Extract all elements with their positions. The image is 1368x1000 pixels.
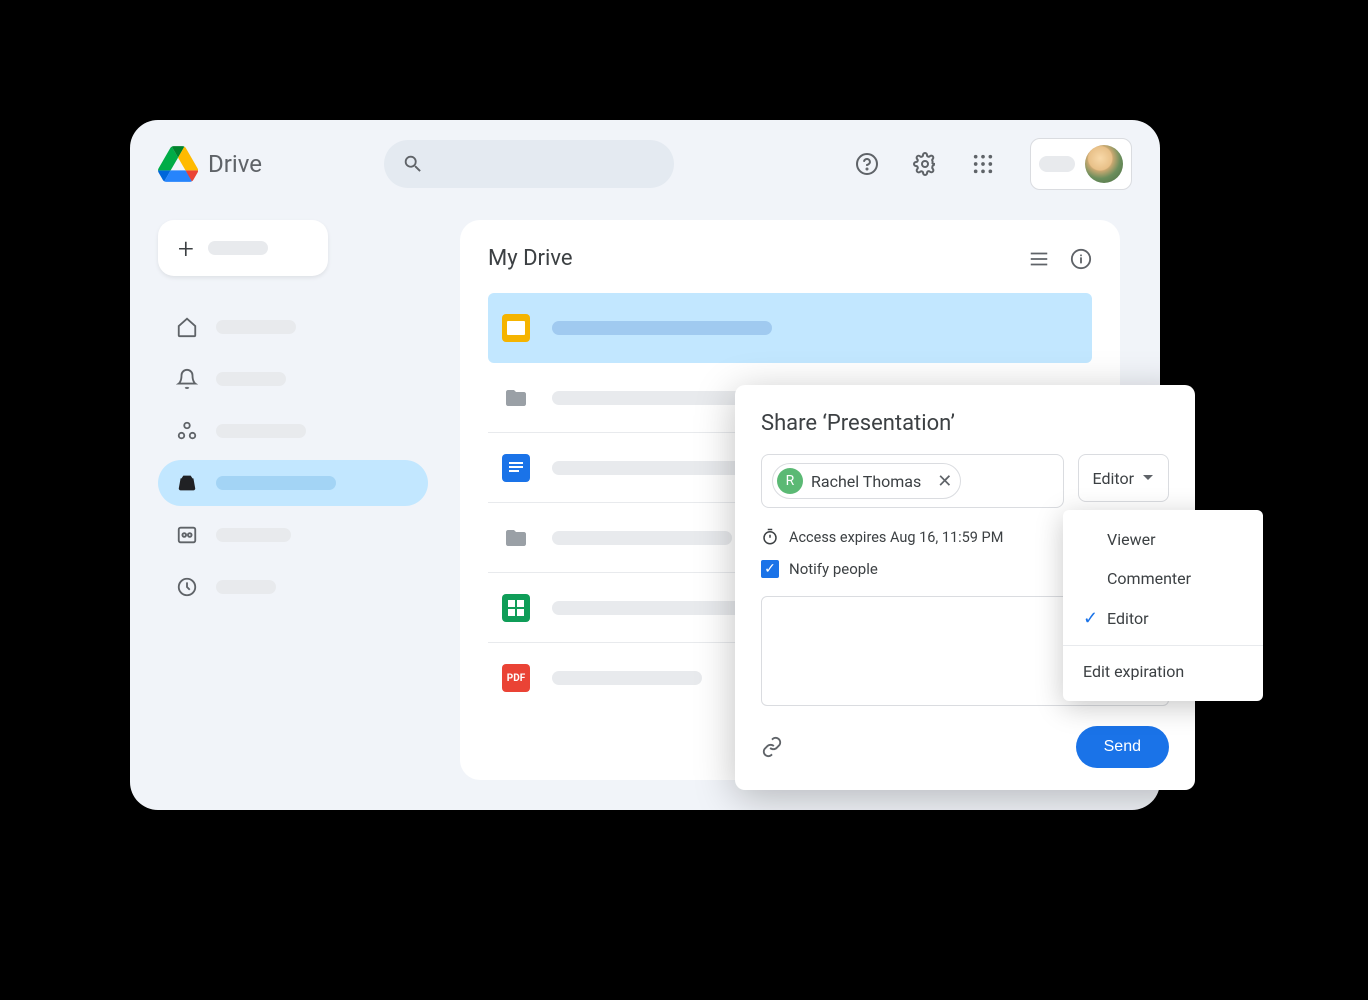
main-panel-header: My Drive	[488, 246, 1092, 271]
folder-heading[interactable]: My Drive	[488, 246, 573, 271]
account-switcher[interactable]	[1030, 138, 1132, 190]
sidebar-item-home[interactable]	[158, 304, 428, 350]
sidebar-item-activity[interactable]	[158, 356, 428, 402]
notify-label: Notify people	[789, 560, 878, 578]
chip-avatar: R	[777, 468, 803, 494]
role-selector[interactable]: Editor	[1078, 454, 1169, 502]
role-option-viewer[interactable]: Viewer	[1063, 520, 1263, 559]
sidebar-label-placeholder	[216, 320, 296, 334]
sidebar-label-placeholder	[216, 528, 291, 542]
info-icon[interactable]	[1070, 248, 1092, 270]
home-icon	[176, 316, 198, 338]
file-name-placeholder	[552, 671, 702, 685]
file-name-placeholder	[552, 321, 772, 335]
sidebar-label-placeholder	[216, 372, 286, 386]
role-option-edit-expiration[interactable]: Edit expiration	[1063, 652, 1263, 691]
chip-remove-icon[interactable]: ✕	[937, 471, 952, 492]
file-name-placeholder	[552, 461, 752, 475]
role-dropdown-menu: Viewer Commenter ✓Editor Edit expiration	[1063, 510, 1263, 701]
timer-icon	[761, 528, 779, 546]
sidebar-label-placeholder	[216, 424, 306, 438]
check-icon: ✓	[1083, 608, 1107, 629]
drive-app-window: Drive +	[130, 120, 1160, 810]
chip-name: Rachel Thomas	[811, 472, 921, 491]
sidebar-label-placeholder	[216, 476, 336, 490]
workspaces-icon	[176, 420, 198, 442]
new-button-label-placeholder	[208, 241, 268, 255]
menu-divider	[1063, 645, 1263, 646]
sheets-icon	[502, 594, 530, 622]
sidebar-label-placeholder	[216, 580, 276, 594]
plus-icon: +	[178, 232, 194, 265]
gear-icon[interactable]	[912, 151, 938, 177]
copy-link-icon[interactable]	[761, 736, 783, 758]
role-option-editor[interactable]: ✓Editor	[1063, 598, 1263, 639]
file-row-slides[interactable]	[488, 293, 1092, 363]
search-icon	[402, 153, 424, 175]
role-selected-label: Editor	[1093, 469, 1134, 488]
folder-icon	[502, 524, 530, 552]
sidebar-item-my-drive[interactable]	[158, 460, 428, 506]
notify-checkbox[interactable]: ✓	[761, 560, 779, 578]
person-chip[interactable]: R Rachel Thomas ✕	[772, 463, 961, 499]
sidebar-item-workspaces[interactable]	[158, 408, 428, 454]
drive-logo-icon	[158, 144, 198, 184]
drive-nav-icon	[176, 472, 198, 494]
chevron-down-icon	[1142, 474, 1154, 482]
sidebar-item-shared-drives[interactable]	[158, 512, 428, 558]
list-view-icon[interactable]	[1028, 248, 1050, 270]
help-icon[interactable]	[854, 151, 880, 177]
share-people-input[interactable]: R Rachel Thomas ✕	[761, 454, 1064, 508]
bell-icon	[176, 368, 198, 390]
logo-area[interactable]: Drive	[158, 144, 262, 184]
role-option-commenter[interactable]: Commenter	[1063, 559, 1263, 598]
access-expires-text: Access expires Aug 16, 11:59 PM	[789, 529, 1003, 546]
app-title: Drive	[208, 150, 262, 178]
docs-icon	[502, 454, 530, 482]
account-placeholder	[1039, 156, 1075, 172]
sidebar: +	[158, 210, 428, 616]
send-button[interactable]: Send	[1076, 726, 1169, 768]
search-bar[interactable]	[384, 140, 674, 188]
sidebar-item-recent[interactable]	[158, 564, 428, 610]
avatar	[1085, 145, 1123, 183]
apps-grid-icon[interactable]	[970, 151, 996, 177]
share-dialog-title: Share ‘Presentation’	[761, 411, 1169, 436]
clock-icon	[176, 576, 198, 598]
folder-icon	[502, 384, 530, 412]
header: Drive	[130, 120, 1160, 208]
slides-icon	[502, 314, 530, 342]
shared-drives-icon	[176, 524, 198, 546]
pdf-icon: PDF	[502, 664, 530, 692]
file-name-placeholder	[552, 531, 732, 545]
new-button[interactable]: +	[158, 220, 328, 276]
